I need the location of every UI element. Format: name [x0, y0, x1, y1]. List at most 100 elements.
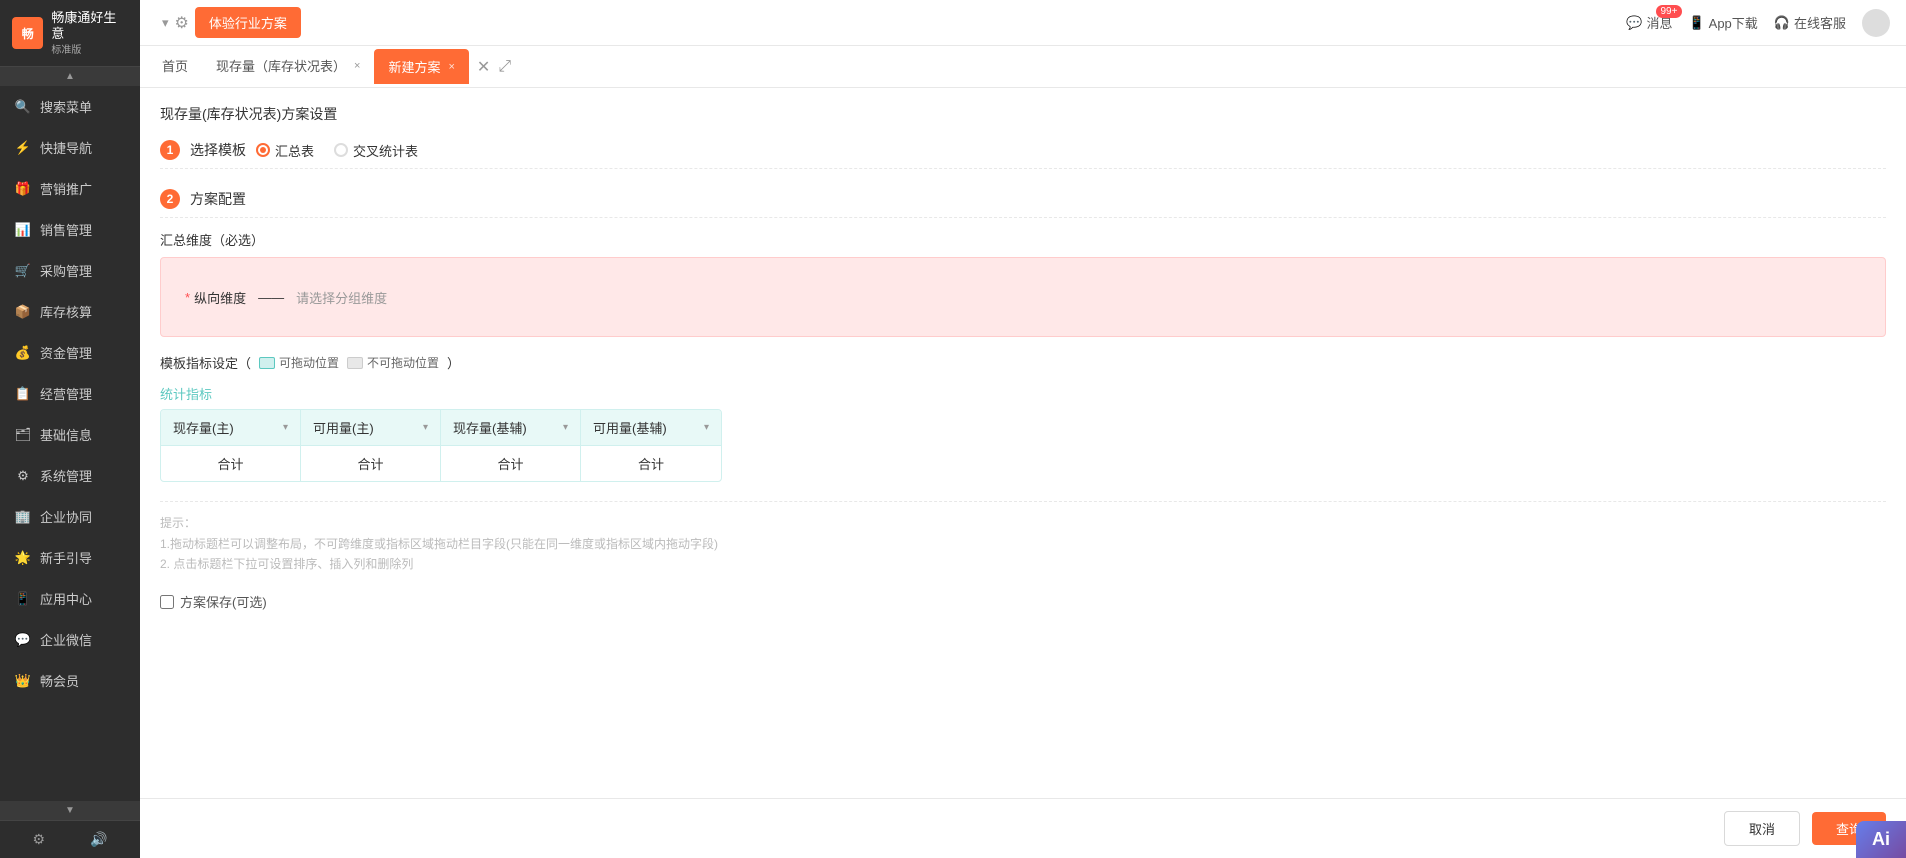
- tips-title: 提示：: [160, 514, 1886, 531]
- tab-inventory-label: 现存量（库存状况表）: [216, 56, 346, 75]
- indicator-label: 模板指标设定（ 可拖动位置 不可拖动位置 ）: [160, 353, 1886, 372]
- sidebar-scroll-up[interactable]: ▲: [0, 67, 140, 86]
- legend-draggable: 可拖动位置: [259, 354, 339, 371]
- step2-title: 方案配置: [190, 189, 246, 209]
- sidebar-item-sales[interactable]: 📊 销售管理: [0, 209, 140, 250]
- stat-col-body-2: 合计: [441, 446, 581, 481]
- dimension-section: 汇总维度（必选） * 纵向维度 —— 请选择分组维度: [160, 230, 1886, 337]
- indicator-settings: 模板指标设定（ 可拖动位置 不可拖动位置 ）: [160, 353, 1886, 372]
- save-checkbox[interactable]: [160, 595, 174, 609]
- radio-summary[interactable]: 汇总表: [256, 141, 314, 160]
- dimension-label: 汇总维度（必选）: [160, 230, 1886, 249]
- purchase-icon: 🛒: [14, 262, 32, 280]
- app-download-icon: 📱: [1688, 15, 1704, 31]
- tab-home-label: 首页: [162, 56, 188, 75]
- tab-inventory-status[interactable]: 现存量（库存状况表） ×: [202, 46, 374, 87]
- sidebar-item-inventory[interactable]: 📦 库存核算: [0, 291, 140, 332]
- sound-bottom-icon[interactable]: 🔊: [90, 831, 107, 848]
- legend-fixed: 不可拖动位置: [347, 354, 439, 371]
- stat-col-label-3: 可用量(基辅): [593, 418, 667, 437]
- cancel-button[interactable]: 取消: [1724, 811, 1800, 846]
- sidebar-item-system[interactable]: ⚙ 系统管理: [0, 455, 140, 496]
- sidebar-item-label-newbie: 新手引导: [40, 548, 92, 567]
- panel-title: 现存量(库存状况表)方案设置: [160, 104, 1886, 124]
- stats-table-header: 现存量(主) ▾ 可用量(主) ▾ 现存量(基辅) ▾: [161, 410, 721, 445]
- save-label: 方案保存(可选): [180, 592, 267, 611]
- tab-bar: 首页 现存量（库存状况表） × 新建方案 × ✕ ⤢: [140, 46, 1906, 88]
- online-service-button[interactable]: 🎧 在线客服: [1774, 13, 1846, 32]
- app-download-button[interactable]: 📱 App下载: [1688, 13, 1757, 32]
- tips-section: 提示： 1.拖动标题栏可以调整布局，不可跨维度或指标区域拖动栏目字段(只能在同一…: [160, 501, 1886, 572]
- topbar-dropdown-icon[interactable]: ▾: [162, 15, 169, 31]
- enterprise-icon: 🏢: [14, 508, 32, 526]
- main-area: ▾ ⚙ 体验行业方案 💬 消息 99+ 📱 App下载 🎧 在线客服 首页: [140, 0, 1906, 858]
- member-icon: 👑: [14, 672, 32, 690]
- stat-col-body-1: 合计: [301, 446, 441, 481]
- step2-section: 2 方案配置 汇总维度（必选） * 纵向维度 —— 请选择分组维度: [160, 189, 1886, 572]
- settings-bottom-icon[interactable]: ⚙: [33, 831, 46, 848]
- step1-section: 1 选择模板 汇总表 交叉统计表: [160, 140, 1886, 169]
- base-info-icon: 🗂: [14, 426, 32, 444]
- radio-summary-dot: [256, 143, 270, 157]
- step1-title: 选择模板: [190, 140, 246, 160]
- tab-new-plan-close[interactable]: ×: [448, 61, 454, 73]
- sidebar-item-label-app-center: 应用中心: [40, 589, 92, 608]
- dimension-separator: ——: [258, 290, 284, 305]
- sidebar-scroll-down[interactable]: ▼: [0, 801, 140, 820]
- app-center-icon: 📱: [14, 590, 32, 608]
- expand-panel-icon[interactable]: ⤢: [498, 58, 511, 76]
- main-panel: 现存量(库存状况表)方案设置 1 选择模板 汇总表 交叉统计表: [140, 88, 1906, 798]
- radio-summary-label: 汇总表: [275, 141, 314, 160]
- sidebar-logo: 畅 畅康通好生意 标准版: [0, 0, 140, 67]
- sidebar-item-label-enterprise: 企业协同: [40, 507, 92, 526]
- close-panel-icon[interactable]: ✕: [477, 57, 490, 77]
- dimension-placeholder[interactable]: 请选择分组维度: [296, 288, 387, 307]
- message-icon: 💬: [1626, 15, 1642, 31]
- enterprise-wechat-icon: 💬: [14, 631, 32, 649]
- sidebar-item-marketing[interactable]: 🎁 营销推广: [0, 168, 140, 209]
- stat-col-header-2: 现存量(基辅) ▾: [441, 410, 581, 445]
- step2-badge: 2: [160, 189, 180, 209]
- app-name: 畅康通好生意: [51, 10, 128, 41]
- dimension-box: * 纵向维度 —— 请选择分组维度: [160, 257, 1886, 337]
- sidebar-item-label-purchase: 采购管理: [40, 261, 92, 280]
- trial-plan-button[interactable]: 体验行业方案: [195, 7, 301, 38]
- sidebar-item-search-menu[interactable]: 🔍 搜索菜单: [0, 86, 140, 127]
- stat-col-chevron-1[interactable]: ▾: [423, 422, 428, 433]
- tab-inventory-close[interactable]: ×: [354, 60, 360, 72]
- finance-icon: 💰: [14, 344, 32, 362]
- sidebar-item-operation[interactable]: 📋 经营管理: [0, 373, 140, 414]
- tab-new-plan[interactable]: 新建方案 ×: [374, 49, 468, 84]
- sidebar-item-label-system: 系统管理: [40, 466, 92, 485]
- sidebar-item-finance[interactable]: 💰 资金管理: [0, 332, 140, 373]
- stat-col-header-0: 现存量(主) ▾: [161, 410, 301, 445]
- sidebar-item-label-inventory: 库存核算: [40, 302, 92, 321]
- step1-badge: 1: [160, 140, 180, 160]
- sidebar-item-quick-nav[interactable]: ⚡ 快捷导航: [0, 127, 140, 168]
- sidebar-item-enterprise-wechat[interactable]: 💬 企业微信: [0, 619, 140, 660]
- stat-col-chevron-2[interactable]: ▾: [563, 422, 568, 433]
- user-avatar[interactable]: [1862, 9, 1890, 37]
- topbar-settings-icon[interactable]: ⚙: [175, 13, 189, 33]
- sidebar-item-enterprise[interactable]: 🏢 企业协同: [0, 496, 140, 537]
- sidebar-item-purchase[interactable]: 🛒 采购管理: [0, 250, 140, 291]
- stat-col-chevron-3[interactable]: ▾: [704, 422, 709, 433]
- tab-home[interactable]: 首页: [148, 46, 202, 87]
- tips-item-0: 1.拖动标题栏可以调整布局，不可跨维度或指标区域拖动栏目字段(只能在同一维度或指…: [160, 535, 1886, 552]
- topbar-right: 💬 消息 99+ 📱 App下载 🎧 在线客服: [1626, 9, 1890, 37]
- sidebar-item-newbie[interactable]: 🌟 新手引导: [0, 537, 140, 578]
- footer: 取消 查询: [140, 798, 1906, 858]
- stats-table: 现存量(主) ▾ 可用量(主) ▾ 现存量(基辅) ▾: [160, 409, 722, 482]
- indicator-suffix: ）: [447, 353, 460, 372]
- sidebar-item-member[interactable]: 👑 畅会员: [0, 660, 140, 701]
- ai-badge[interactable]: Ai: [1856, 821, 1906, 858]
- sidebar-item-label-member: 畅会员: [40, 671, 79, 690]
- radio-cross[interactable]: 交叉统计表: [334, 141, 418, 160]
- sidebar-item-label-base: 基础信息: [40, 425, 92, 444]
- stat-col-body-0: 合计: [161, 446, 301, 481]
- stats-label: 统计指标: [160, 384, 1886, 403]
- sidebar-item-app-center[interactable]: 📱 应用中心: [0, 578, 140, 619]
- message-button[interactable]: 💬 消息 99+: [1626, 13, 1672, 32]
- sidebar-item-base-info[interactable]: 🗂 基础信息: [0, 414, 140, 455]
- stat-col-chevron-0[interactable]: ▾: [283, 422, 288, 433]
